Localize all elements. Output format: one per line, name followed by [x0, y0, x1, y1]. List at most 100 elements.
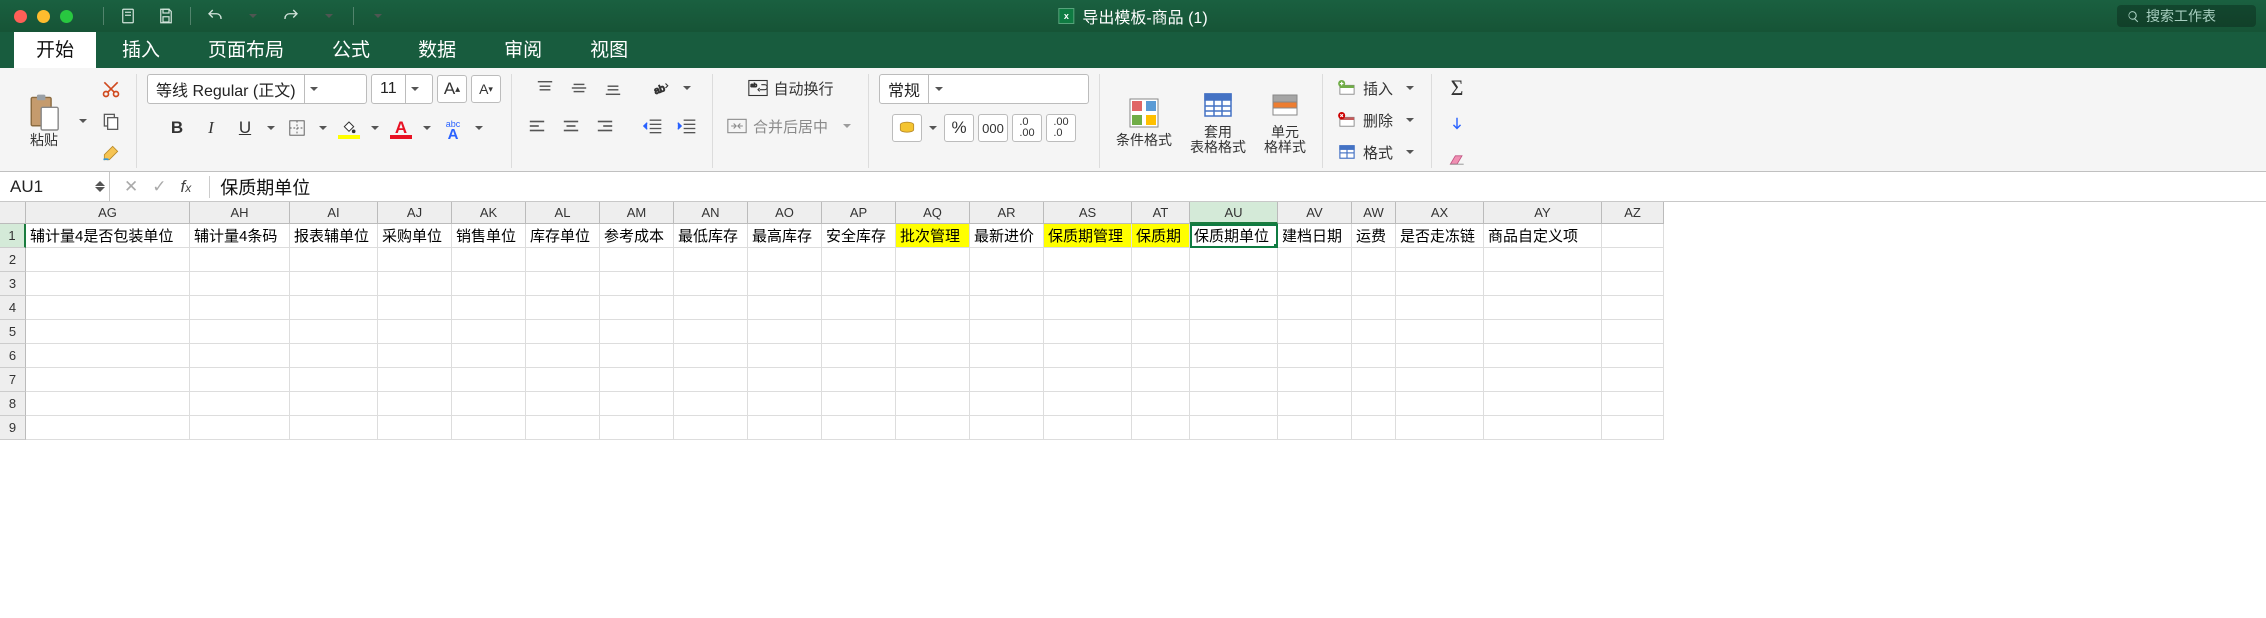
tab-data[interactable]: 数据: [396, 29, 478, 68]
cell[interactable]: [1132, 296, 1190, 320]
borders-button[interactable]: [282, 114, 312, 142]
cell[interactable]: [896, 272, 970, 296]
cell[interactable]: [1396, 320, 1484, 344]
column-header[interactable]: AO: [748, 202, 822, 224]
column-header[interactable]: AN: [674, 202, 748, 224]
decrease-indent-button[interactable]: [638, 112, 668, 140]
cell[interactable]: [1352, 392, 1396, 416]
cell[interactable]: [1132, 344, 1190, 368]
cell[interactable]: [190, 368, 290, 392]
namebox-stepper[interactable]: [95, 176, 105, 197]
cell[interactable]: [600, 320, 674, 344]
format-painter-button[interactable]: [96, 139, 126, 167]
cell[interactable]: [1190, 248, 1278, 272]
increase-font-button[interactable]: A▴: [437, 75, 467, 103]
cell[interactable]: [822, 344, 896, 368]
column-header[interactable]: AL: [526, 202, 600, 224]
cell[interactable]: [896, 320, 970, 344]
cell[interactable]: [26, 392, 190, 416]
cell[interactable]: [1352, 344, 1396, 368]
paste-dropdown[interactable]: [76, 115, 90, 127]
italic-button[interactable]: I: [196, 114, 226, 142]
align-top-button[interactable]: [530, 74, 560, 102]
cell[interactable]: [748, 344, 822, 368]
cell[interactable]: [1602, 368, 1664, 392]
formula-input[interactable]: 保质期单位: [210, 174, 2266, 200]
cell[interactable]: [378, 296, 452, 320]
cell[interactable]: [526, 392, 600, 416]
cell[interactable]: 报表辅单位: [290, 224, 378, 248]
underline-button[interactable]: U: [230, 114, 260, 142]
increase-decimal-button[interactable]: .0.00: [1012, 114, 1042, 142]
cell[interactable]: [1484, 272, 1602, 296]
cell[interactable]: [970, 344, 1044, 368]
cell[interactable]: [748, 416, 822, 440]
cell[interactable]: [600, 248, 674, 272]
cell[interactable]: 最高库存: [748, 224, 822, 248]
insert-dropdown[interactable]: [1403, 82, 1417, 94]
cell[interactable]: [896, 392, 970, 416]
cell[interactable]: 建档日期: [1278, 224, 1352, 248]
cell[interactable]: [896, 368, 970, 392]
cell[interactable]: [290, 416, 378, 440]
cell[interactable]: [1484, 248, 1602, 272]
clear-button[interactable]: [1442, 146, 1472, 174]
cell[interactable]: [526, 320, 600, 344]
cell[interactable]: [526, 368, 600, 392]
cell[interactable]: 保质期: [1132, 224, 1190, 248]
bold-button[interactable]: B: [162, 114, 192, 142]
cell[interactable]: [600, 296, 674, 320]
cell[interactable]: [378, 368, 452, 392]
cell[interactable]: [1278, 272, 1352, 296]
cell[interactable]: [748, 248, 822, 272]
cell[interactable]: [190, 344, 290, 368]
tab-insert[interactable]: 插入: [100, 29, 182, 68]
cell[interactable]: [822, 272, 896, 296]
cell[interactable]: [526, 296, 600, 320]
align-bottom-button[interactable]: [598, 74, 628, 102]
cell[interactable]: [1602, 416, 1664, 440]
cell[interactable]: [378, 416, 452, 440]
cell[interactable]: [1044, 344, 1132, 368]
cell[interactable]: [970, 320, 1044, 344]
orientation-dropdown[interactable]: [680, 82, 694, 94]
percent-format-button[interactable]: %: [944, 114, 974, 142]
cell[interactable]: [190, 296, 290, 320]
cell[interactable]: [1132, 272, 1190, 296]
delete-cells-button[interactable]: 删除: [1333, 106, 1421, 134]
zoom-window-button[interactable]: [60, 10, 73, 23]
cell[interactable]: [1352, 416, 1396, 440]
cell[interactable]: [1278, 392, 1352, 416]
cell[interactable]: [1044, 272, 1132, 296]
cell[interactable]: [970, 416, 1044, 440]
minimize-window-button[interactable]: [37, 10, 50, 23]
redo-icon[interactable]: [277, 5, 305, 27]
cell[interactable]: [1602, 344, 1664, 368]
cell[interactable]: [1044, 416, 1132, 440]
column-header[interactable]: AM: [600, 202, 674, 224]
cell[interactable]: [1044, 368, 1132, 392]
cell[interactable]: [26, 248, 190, 272]
cell[interactable]: [1044, 296, 1132, 320]
cell[interactable]: [674, 392, 748, 416]
align-right-button[interactable]: [590, 112, 620, 140]
cell[interactable]: [748, 320, 822, 344]
undo-icon[interactable]: [201, 5, 229, 27]
cell[interactable]: [1352, 368, 1396, 392]
cell[interactable]: 商品自定义项: [1484, 224, 1602, 248]
borders-dropdown[interactable]: [316, 122, 330, 134]
font-color-button[interactable]: A: [386, 114, 416, 142]
autosum-button[interactable]: Σ: [1442, 74, 1472, 102]
row-header[interactable]: 3: [0, 272, 26, 296]
font-size-select[interactable]: 11: [371, 74, 433, 104]
number-format-select[interactable]: 常规: [879, 74, 1089, 104]
format-cells-button[interactable]: 格式: [1333, 138, 1421, 166]
format-as-table-button[interactable]: 套用 表格格式: [1184, 85, 1252, 157]
cell[interactable]: [290, 368, 378, 392]
cell[interactable]: 批次管理: [896, 224, 970, 248]
cell[interactable]: [1190, 344, 1278, 368]
tab-formulas[interactable]: 公式: [310, 29, 392, 68]
cell[interactable]: [378, 272, 452, 296]
cell[interactable]: [526, 416, 600, 440]
cell[interactable]: [1484, 368, 1602, 392]
